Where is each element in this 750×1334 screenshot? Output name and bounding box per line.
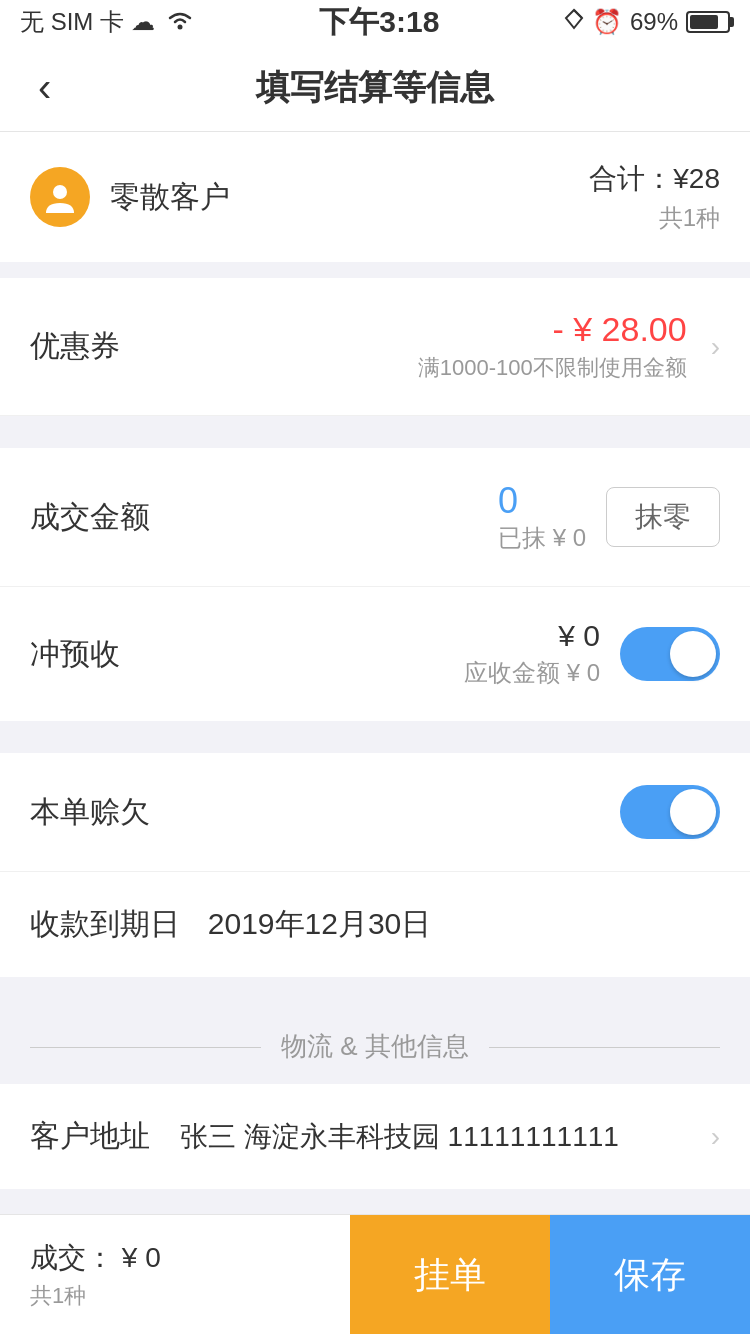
battery-percentage: 69% (630, 8, 678, 36)
address-row[interactable]: 客户地址 张三 海淀永丰科技园 11111111111 › (0, 1084, 750, 1189)
coupon-chevron-icon: › (711, 331, 720, 363)
due-date-label: 收款到期日 (30, 907, 180, 940)
debt-toggle[interactable] (620, 785, 720, 839)
round-button[interactable]: 抹零 (606, 487, 720, 547)
prepay-main-value: ¥ 0 (464, 619, 600, 653)
coupon-desc: 满1000-100不限制使用金额 (418, 353, 687, 383)
content: 零散客户 合计：¥28 共1种 优惠券 - ¥ 28.00 满1000-100不… (0, 132, 750, 1334)
prepay-amounts: ¥ 0 应收金额 ¥ 0 (464, 619, 600, 689)
bottom-bar: 成交： ¥ 0 共1种 挂单 保存 (0, 1214, 750, 1334)
transaction-right: 0 已抹 ¥ 0 抹零 (498, 480, 720, 554)
debt-section: 本单赊欠 收款到期日 2019年12月30日 (0, 753, 750, 977)
nav-bar: ‹ 填写结算等信息 (0, 44, 750, 132)
no-sim-text: 无 SIM 卡 ☁ (20, 6, 155, 38)
debt-label: 本单赊欠 (30, 792, 150, 833)
separator-1 (0, 432, 750, 448)
svg-point-0 (177, 25, 182, 30)
debt-row: 本单赊欠 (0, 753, 750, 871)
due-date-row: 收款到期日 2019年12月30日 (0, 871, 750, 977)
coupon-value: - ¥ 28.00 (418, 310, 687, 349)
back-button[interactable]: ‹ (28, 55, 61, 120)
bottom-actions: 挂单 保存 (350, 1215, 750, 1334)
toggle-knob (670, 631, 716, 677)
transaction-label: 成交金额 (30, 497, 150, 538)
location-icon (564, 8, 584, 36)
coupon-section[interactable]: 优惠券 - ¥ 28.00 满1000-100不限制使用金额 › (0, 278, 750, 416)
due-date-value: 2019年12月30日 (208, 907, 431, 940)
customer-row: 零散客户 合计：¥28 共1种 (0, 132, 750, 262)
bottom-count-label: 共1种 (30, 1281, 320, 1311)
address-chevron-icon: › (711, 1121, 720, 1153)
bottom-left: 成交： ¥ 0 共1种 (0, 1215, 350, 1334)
separator-2 (0, 737, 750, 753)
coupon-right: - ¥ 28.00 满1000-100不限制使用金额 › (418, 310, 720, 383)
prepay-label: 冲预收 (30, 634, 120, 675)
avatar (30, 167, 90, 227)
address-value: 张三 海淀永丰科技园 11111111111 (180, 1118, 701, 1156)
bottom-deal-label: 成交： ¥ 0 (30, 1239, 320, 1277)
logistics-divider: 物流 & 其他信息 (0, 1009, 750, 1084)
prepay-toggle[interactable] (620, 627, 720, 681)
transaction-value: 0 (498, 480, 586, 522)
status-time: 下午3:18 (319, 2, 439, 43)
page-title: 填写结算等信息 (256, 65, 494, 111)
battery-icon (686, 11, 730, 33)
wifi-icon (165, 8, 195, 36)
total-price: 合计：¥28 (589, 160, 720, 198)
customer-section: 零散客户 合计：¥28 共1种 (0, 132, 750, 262)
transaction-section: 成交金额 0 已抹 ¥ 0 抹零 冲预收 ¥ 0 应收金额 ¥ 0 (0, 448, 750, 721)
transaction-sub: 已抹 ¥ 0 (498, 522, 586, 554)
status-right: ⏰ 69% (564, 8, 730, 36)
prepay-right: ¥ 0 应收金额 ¥ 0 (464, 619, 720, 689)
coupon-label: 优惠券 (30, 326, 120, 367)
logistics-label: 物流 & 其他信息 (261, 1029, 489, 1064)
debt-toggle-knob (670, 789, 716, 835)
address-label: 客户地址 (30, 1116, 150, 1157)
prepay-sub-value: 应收金额 ¥ 0 (464, 657, 600, 689)
separator-3 (0, 993, 750, 1009)
transaction-row: 成交金额 0 已抹 ¥ 0 抹零 (0, 448, 750, 587)
customer-left: 零散客户 (30, 167, 230, 227)
customer-right: 合计：¥28 共1种 (589, 160, 720, 234)
customer-name: 零散客户 (110, 177, 230, 218)
address-section[interactable]: 客户地址 张三 海淀永丰科技园 11111111111 › (0, 1084, 750, 1189)
status-left: 无 SIM 卡 ☁ (20, 6, 195, 38)
pending-button[interactable]: 挂单 (350, 1215, 550, 1334)
svg-point-1 (53, 185, 67, 199)
coupon-row[interactable]: 优惠券 - ¥ 28.00 满1000-100不限制使用金额 › (0, 278, 750, 416)
alarm-icon: ⏰ (592, 8, 622, 36)
save-button[interactable]: 保存 (550, 1215, 750, 1334)
prepay-row: 冲预收 ¥ 0 应收金额 ¥ 0 (0, 587, 750, 721)
status-bar: 无 SIM 卡 ☁ 下午3:18 ⏰ 69% (0, 0, 750, 44)
total-count: 共1种 (589, 202, 720, 234)
